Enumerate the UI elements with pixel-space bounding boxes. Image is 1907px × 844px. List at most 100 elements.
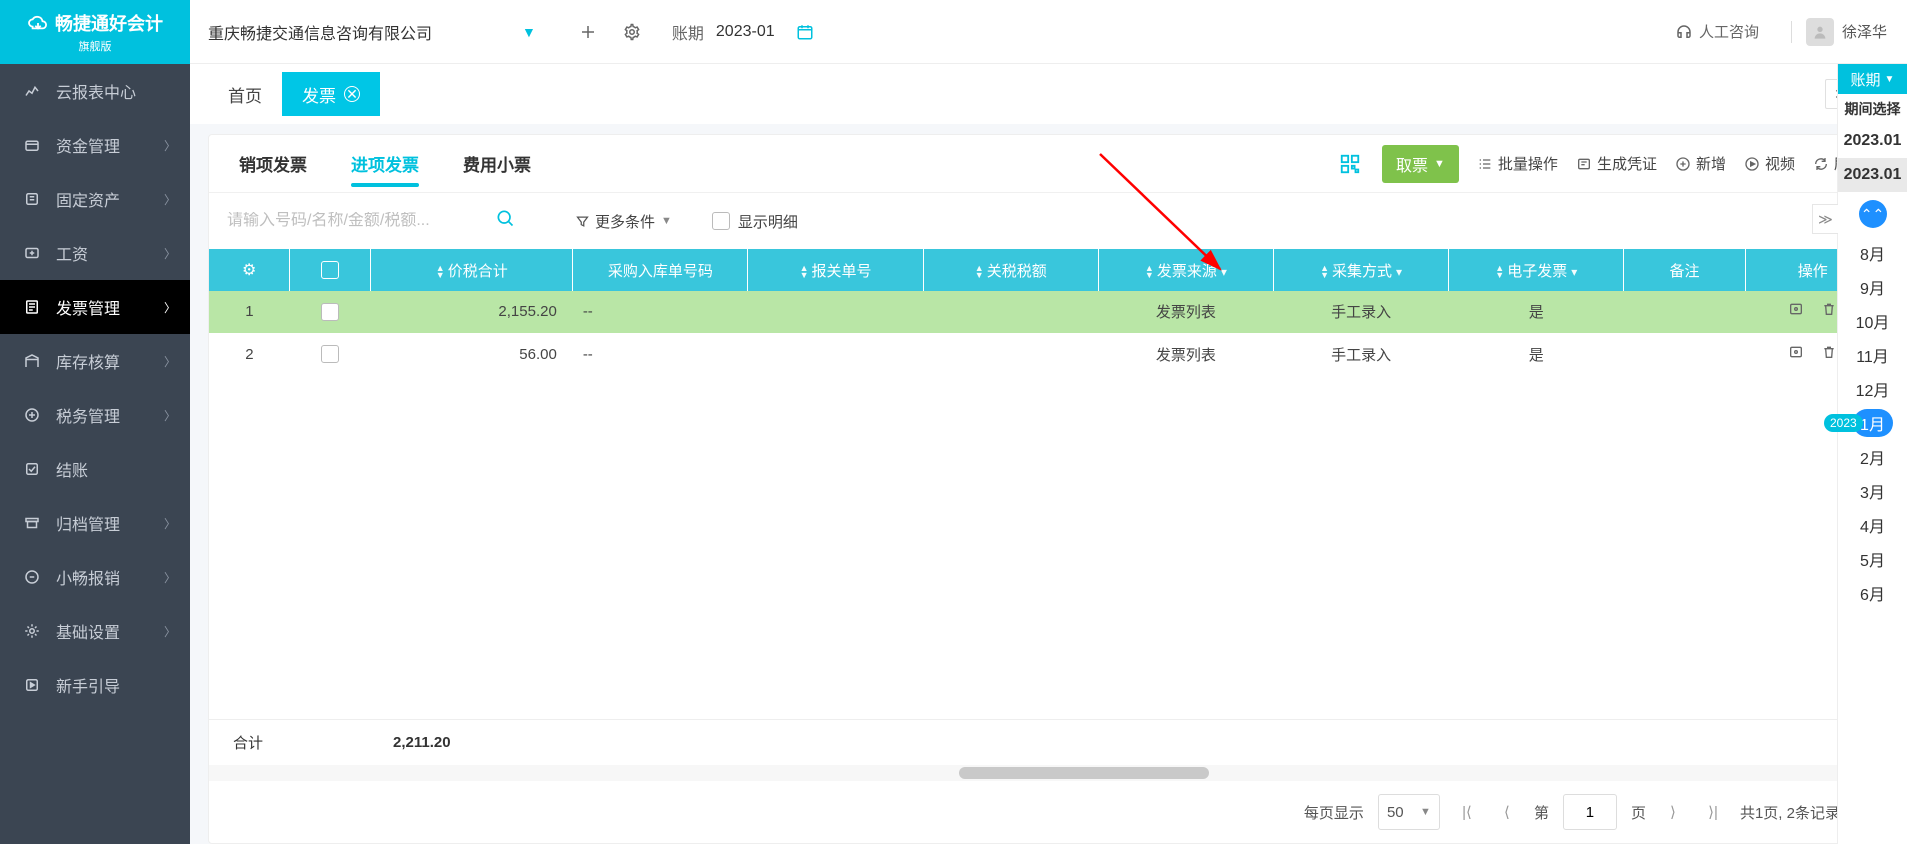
close-period-icon [20,460,44,478]
settings-gear-icon[interactable] [618,18,646,46]
sidebar-item-label: 归档管理 [56,511,120,535]
period-month[interactable]: 2月 [1838,440,1907,474]
add-company-button[interactable] [574,18,602,46]
tab-invoice[interactable]: 发票 ✕ [282,72,380,116]
collapse-panel-button[interactable]: ≫ [1812,204,1838,234]
period-panel-head[interactable]: 账期▼ [1838,64,1907,94]
tab-home[interactable]: 首页 [208,72,282,116]
next-page-button[interactable]: ⟩ [1660,799,1686,825]
tax-icon [20,406,44,424]
search-icon[interactable] [495,208,515,234]
qr-scan-icon[interactable] [1336,150,1364,178]
period-month[interactable]: 12月 [1838,372,1907,406]
company-picker[interactable]: 重庆畅捷交通信息咨询有限公司 ▼ [208,20,566,44]
first-page-button[interactable]: |⟨ [1454,799,1480,825]
cell-amount: 56.00 [371,333,573,375]
view-icon[interactable] [1788,347,1804,364]
settings-icon [20,622,44,640]
sidebar-item-inventory[interactable]: 库存核算 〉 [0,334,190,388]
cell-source: 发票列表 [1098,333,1273,375]
table-row[interactable]: 2 56.00 -- 发票列表 手工录入 是 [209,333,1880,375]
period-month[interactable]: 6月 [1838,576,1907,610]
period-year-0[interactable]: 2023.01 [1838,124,1907,158]
col-amount[interactable]: ▲▼价税合计 [371,249,573,291]
last-page-button[interactable]: ⟩| [1700,799,1726,825]
col-duty[interactable]: ▲▼关税税额 [923,249,1098,291]
sidebar-item-guide[interactable]: 新手引导 [0,658,190,712]
gen-voucher-button[interactable]: 生成凭证 [1576,153,1657,174]
scrollbar-thumb[interactable] [959,767,1209,779]
col-customs[interactable]: ▲▼报关单号 [748,249,923,291]
period-month[interactable]: 10月 [1838,304,1907,338]
sidebar-item-fund[interactable]: 资金管理 〉 [0,118,190,172]
col-label: 采购入库单号码 [608,263,713,280]
archive-icon [20,514,44,532]
add-button[interactable]: 新增 [1675,153,1726,174]
period-month[interactable]: 8月 [1838,236,1907,270]
view-icon[interactable] [1788,304,1804,321]
delete-icon[interactable] [1821,304,1837,321]
show-detail-checkbox[interactable]: 显示明细 [712,211,798,232]
batch-action-button[interactable]: 批量操作 [1477,153,1558,174]
period-month[interactable]: 3月 [1838,474,1907,508]
action-label: 批量操作 [1498,153,1558,174]
video-button[interactable]: 视频 [1744,153,1795,174]
tab-expense-receipt[interactable]: 费用小票 [449,135,545,193]
row-checkbox-cell[interactable] [290,333,371,375]
prev-page-button[interactable]: ⟨ [1494,799,1520,825]
sidebar-item-basic-settings[interactable]: 基础设置 〉 [0,604,190,658]
sidebar-item-report-center[interactable]: 云报表中心 [0,64,190,118]
user-menu[interactable]: 徐泽华 [1806,18,1887,46]
sidebar-item-close[interactable]: 结账 [0,442,190,496]
sidebar-item-reimburse[interactable]: 小畅报销 〉 [0,550,190,604]
scroll-up-button[interactable]: ⌃⌃ [1859,200,1887,228]
fetch-invoice-button[interactable]: 取票▼ [1382,145,1459,183]
more-filters-button[interactable]: 更多条件 ▼ [575,211,672,232]
sidebar-item-fixed-asset[interactable]: 固定资产 〉 [0,172,190,226]
col-gear[interactable]: ⚙ [209,249,290,291]
totals-value: 2,211.20 [393,734,451,751]
period-month[interactable]: 5月 [1838,542,1907,576]
chevron-down-icon: ▼ [1434,158,1445,170]
period-month-current[interactable]: 2023 1月 [1838,406,1907,440]
row-checkbox-cell[interactable] [290,291,371,333]
chevron-right-icon: 〉 [164,245,176,262]
chevron-down-icon[interactable]: ▼ [522,24,536,40]
horizontal-scrollbar[interactable] [209,765,1880,781]
per-page-select[interactable]: 50 ▼ [1378,794,1440,830]
col-select-all[interactable] [290,249,371,291]
search-input[interactable] [227,212,487,230]
sidebar-item-tax[interactable]: 税务管理 〉 [0,388,190,442]
divider [1791,21,1792,43]
guide-icon [20,676,44,694]
sidebar-item-archive[interactable]: 归档管理 〉 [0,496,190,550]
search-row: 更多条件 ▼ 显示明细 [209,193,1880,249]
col-source[interactable]: ▲▼发票来源▾ [1098,249,1273,291]
table-row[interactable]: 1 2,155.20 -- 发票列表 手工录入 是 [209,291,1880,333]
period-month[interactable]: 11月 [1838,338,1907,372]
support-link[interactable]: 人工咨询 [1675,21,1759,42]
col-collect[interactable]: ▲▼采集方式▾ [1274,249,1449,291]
close-icon[interactable]: ✕ [344,86,360,102]
cell-collect: 手工录入 [1274,333,1449,375]
delete-icon[interactable] [1821,347,1837,364]
sidebar: 云报表中心 资金管理 〉 固定资产 〉 工资 〉 发票管理 〉 库存核算 〉 [0,64,190,844]
sidebar-item-salary[interactable]: 工资 〉 [0,226,190,280]
page-input[interactable] [1563,794,1617,830]
col-po[interactable]: 采购入库单号码 [573,249,748,291]
period-month[interactable]: 9月 [1838,270,1907,304]
sort-icon: ▲▼ [436,265,445,279]
row-index: 1 [209,291,290,333]
calendar-icon[interactable] [791,18,819,46]
col-remark[interactable]: 备注 [1624,249,1745,291]
period-year-1[interactable]: 2023.01 [1838,158,1907,192]
col-einv[interactable]: ▲▼电子发票▾ [1449,249,1624,291]
period-month[interactable]: 4月 [1838,508,1907,542]
sidebar-item-invoice[interactable]: 发票管理 〉 [0,280,190,334]
cell-duty [923,291,1098,333]
tab-sales-invoice[interactable]: 销项发票 [225,135,321,193]
cell-po: -- [573,291,748,333]
tab-purchase-invoice[interactable]: 进项发票 [337,135,433,193]
table-header: ⚙ ▲▼价税合计 采购入库单号码 ▲▼报关单号 ▲▼关税税额 ▲▼发票来源▾ ▲… [209,249,1880,291]
year-label: 2023.01 [1844,166,1902,184]
